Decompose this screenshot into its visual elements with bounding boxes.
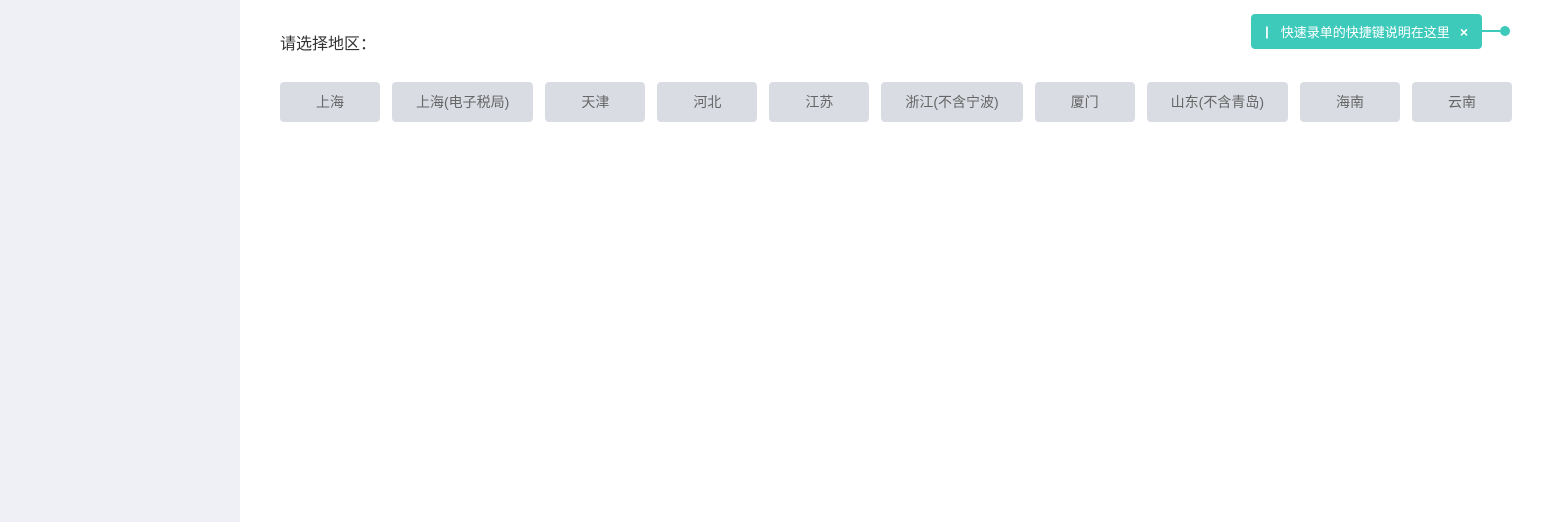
region-btn-shandong[interactable]: 山东(不含青岛) bbox=[1147, 82, 1288, 122]
region-btn-zhejiang[interactable]: 浙江(不含宁波) bbox=[881, 82, 1022, 122]
main-content: 请选择地区： 上海上海(电子税局)天津河北江苏浙江(不含宁波)厦门山东(不含青岛… bbox=[240, 0, 1562, 522]
region-btn-hainan[interactable]: 海南 bbox=[1300, 82, 1400, 122]
region-btn-hebei[interactable]: 河北 bbox=[657, 82, 757, 122]
region-btn-shanghai-etax[interactable]: 上海(电子税局) bbox=[392, 82, 533, 122]
tooltip-connector-dot bbox=[1500, 26, 1510, 36]
tooltip-banner[interactable]: 快速录单的快捷键说明在这里 × bbox=[1251, 14, 1482, 49]
tooltip-close-button[interactable]: × bbox=[1460, 24, 1468, 40]
region-btn-tianjin[interactable]: 天津 bbox=[545, 82, 645, 122]
region-btn-jiangsu[interactable]: 江苏 bbox=[769, 82, 869, 122]
region-btn-xiamen[interactable]: 厦门 bbox=[1035, 82, 1135, 122]
tooltip-text: 快速录单的快捷键说明在这里 bbox=[1281, 22, 1450, 41]
left-sidebar bbox=[0, 0, 240, 522]
tooltip-connector-line bbox=[1482, 30, 1500, 32]
region-btn-yunnan[interactable]: 云南 bbox=[1412, 82, 1512, 122]
region-grid: 上海上海(电子税局) 天津河北江苏浙江(不含宁波) 厦门山东(不含青岛) 海南云南 bbox=[280, 82, 1522, 122]
region-btn-shanghai[interactable]: 上海 bbox=[280, 82, 380, 122]
